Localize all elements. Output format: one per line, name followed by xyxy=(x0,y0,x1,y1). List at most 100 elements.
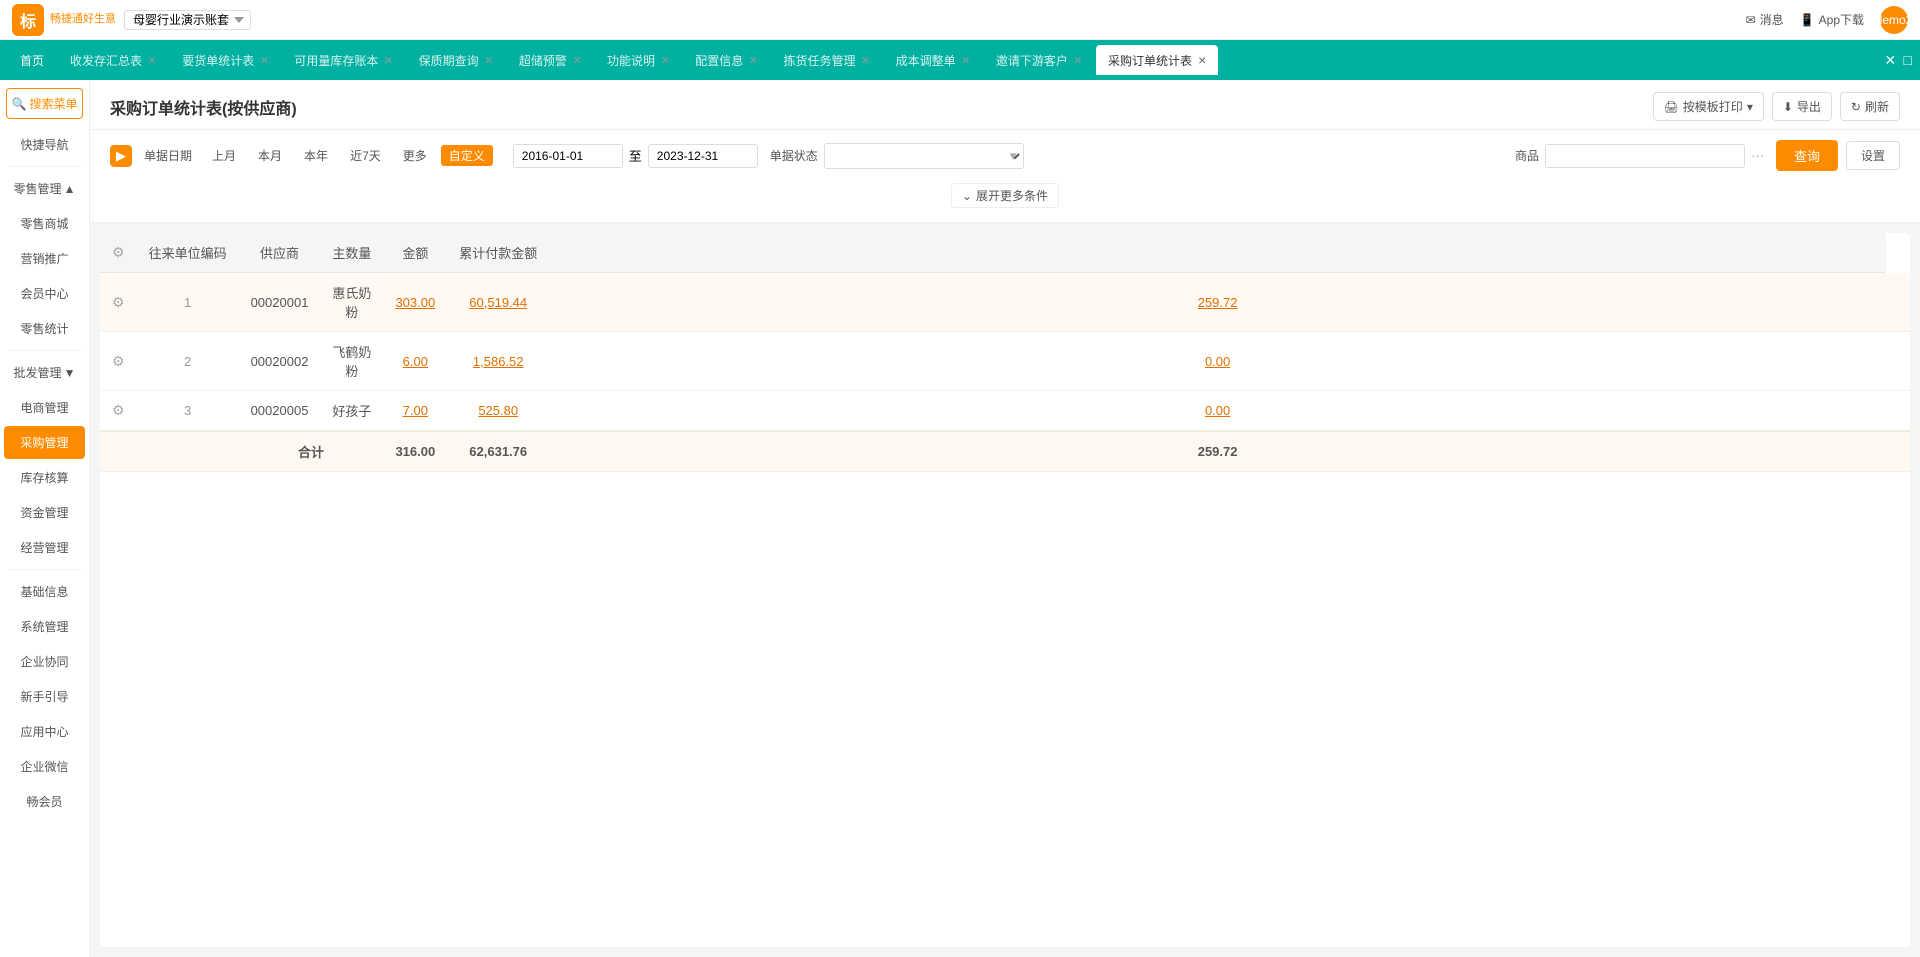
row-gear-2[interactable]: ⚙ xyxy=(100,391,137,432)
date-btn-last-month[interactable]: 上月 xyxy=(204,145,244,166)
tab-close-9[interactable]: × xyxy=(1074,53,1082,67)
sidebar-search-btn[interactable]: 🔍 搜索菜单 xyxy=(6,88,83,119)
tab-gongNengShuoMing[interactable]: 功能说明 × xyxy=(595,45,681,75)
row-amount-1[interactable]: 1,586.52 xyxy=(447,332,549,391)
row-amount-2[interactable]: 525.80 xyxy=(447,391,549,432)
tab-yaoQingXiayou[interactable]: 邀请下游客户 × xyxy=(984,45,1094,75)
tab-home[interactable]: 首页 xyxy=(8,45,56,75)
sidebar-item-lingShaoShangCheng[interactable]: 零售商城 xyxy=(4,207,85,240)
date-from-input[interactable] xyxy=(513,144,623,168)
export-button[interactable]: ⬇ 导出 xyxy=(1772,92,1832,121)
sidebar-item-ziJinGuanLi[interactable]: 资金管理 xyxy=(4,496,85,529)
app-download-btn[interactable]: 📱 App下载 xyxy=(1800,11,1864,28)
row-gear-icon-1[interactable]: ⚙ xyxy=(112,353,125,369)
date-btn-this-year[interactable]: 本年 xyxy=(296,145,336,166)
settings-button[interactable]: 设置 xyxy=(1846,141,1900,170)
sidebar-item-jingYingGuanLi[interactable]: 经营管理 xyxy=(4,531,85,564)
date-separator: 至 xyxy=(629,146,642,165)
row-paid-1[interactable]: 0.00 xyxy=(549,332,1886,391)
tab-chaoChuYuJing[interactable]: 超储预警 × xyxy=(507,45,593,75)
sidebar-item-qiYeWeiXin[interactable]: 企业微信 xyxy=(4,750,85,783)
row-paid-0[interactable]: 259.72 xyxy=(549,273,1886,332)
tab-close-0[interactable]: × xyxy=(148,53,156,67)
home-label: 首页 xyxy=(20,52,44,69)
template-print-button[interactable]: 🖨 按模板打印 ▾ xyxy=(1653,92,1764,121)
query-button[interactable]: 查询 xyxy=(1776,140,1838,171)
logo-area: 标 畅捷通好生意 xyxy=(12,4,116,36)
col-gear: ⚙ xyxy=(100,233,137,273)
tab-peiZhiXinXi[interactable]: 配置信息 × xyxy=(683,45,769,75)
tab-close-6[interactable]: × xyxy=(749,53,757,67)
date-filter-label: 单据日期 xyxy=(144,147,192,164)
tab-close-4[interactable]: × xyxy=(573,53,581,67)
sidebar-item-xinShouYinDao[interactable]: 新手引导 xyxy=(4,680,85,713)
date-btn-this-month[interactable]: 本月 xyxy=(250,145,290,166)
tab-close-1[interactable]: × xyxy=(260,53,268,67)
col-qty: 主数量 xyxy=(320,233,383,273)
status-select[interactable] xyxy=(824,143,1024,169)
row-gear-icon-2[interactable]: ⚙ xyxy=(112,402,125,418)
row-paid-2[interactable]: 0.00 xyxy=(549,391,1886,432)
tab-tuoHuoRenWu[interactable]: 拣货任务管理 × xyxy=(771,45,881,75)
tab-cgDdTj[interactable]: 采购订单统计表 × xyxy=(1096,45,1218,75)
tab-close-5[interactable]: × xyxy=(661,53,669,67)
row-qty-2[interactable]: 7.00 xyxy=(383,391,447,432)
table-gear-icon[interactable]: ⚙ xyxy=(112,244,125,260)
date-custom-badge[interactable]: 自定义 xyxy=(441,145,493,166)
table-footer-row: 合计 316.00 62,631.76 259.72 xyxy=(100,431,1910,472)
sidebar-item-piiFaGuanLi[interactable]: 批发管理 ▼ xyxy=(4,356,85,389)
sidebar-item-qiYeXieTong[interactable]: 企业协同 xyxy=(4,645,85,678)
col-supplier: 供应商 xyxy=(239,233,321,273)
sidebar-item-kuCunHeSuan[interactable]: 库存核算 xyxy=(4,461,85,494)
sidebar-item-dianShangGuanLi[interactable]: 电商管理 xyxy=(4,391,85,424)
sidebar-item-lingShaoGuanLi[interactable]: 零售管理 ▲ xyxy=(4,172,85,205)
expand-conditions-btn[interactable]: ⌄ 展开更多条件 xyxy=(951,183,1059,208)
refresh-button[interactable]: ↻ 刷新 xyxy=(1840,92,1900,121)
row-qty-0[interactable]: 303.00 xyxy=(383,273,447,332)
sidebar-item-jiChuXinXi[interactable]: 基础信息 xyxy=(4,575,85,608)
date-btn-7days[interactable]: 近7天 xyxy=(342,145,389,166)
tab-close-8[interactable]: × xyxy=(962,53,970,67)
user-avatar-btn[interactable]: demo2 xyxy=(1880,6,1908,34)
date-to-input[interactable] xyxy=(648,144,758,168)
sidebar-item-lingShaoTongJi[interactable]: 零售统计 xyxy=(4,312,85,345)
sidebar-item-caiGouGuanLi[interactable]: 采购管理 xyxy=(4,426,85,459)
row-gear-0[interactable]: ⚙ xyxy=(100,273,137,332)
tab-keYongLiangKcZb[interactable]: 可用量库存账本 × xyxy=(282,45,404,75)
row-gear-1[interactable]: ⚙ xyxy=(100,332,137,391)
row-amount-0[interactable]: 60,519.44 xyxy=(447,273,549,332)
message-icon-btn[interactable]: ✉ 消息 xyxy=(1746,11,1784,28)
table-area: ⚙ 往来单位编码 供应商 主数量 金额 累计付款金额 ⚙ 1 xyxy=(100,233,1910,947)
tab-close-10[interactable]: × xyxy=(1198,53,1206,67)
nav-end-icons: × □ xyxy=(1885,50,1912,71)
sidebar-item-huiYuanZhongXin[interactable]: 会员中心 xyxy=(4,277,85,310)
row-code-1: 00020002 xyxy=(239,332,321,391)
product-more-icon[interactable]: ··· xyxy=(1751,148,1764,163)
tab-yaoHuoDanTj[interactable]: 要货单统计表 × xyxy=(170,45,280,75)
filter-toggle-btn[interactable]: ▶ xyxy=(110,145,132,167)
breadcrumb-select[interactable]: 母婴行业演示账套 xyxy=(124,10,251,30)
search-icon: 🔍 xyxy=(12,97,27,111)
sidebar-item-changHuiYuan[interactable]: 畅会员 xyxy=(4,785,85,818)
tab-close-7[interactable]: × xyxy=(861,53,869,67)
sidebar-search-area: 🔍 搜索菜单 xyxy=(0,80,89,127)
product-input[interactable] xyxy=(1545,144,1745,168)
row-gear-icon-0[interactable]: ⚙ xyxy=(112,294,125,310)
table-row: ⚙ 3 00020005 好孩子 7.00 525.80 0.00 xyxy=(100,391,1910,432)
window-close-btn[interactable]: × xyxy=(1885,50,1896,71)
avatar: demo2 xyxy=(1880,6,1908,34)
tab-close-3[interactable]: × xyxy=(485,53,493,67)
tab-baoZhiQiCx[interactable]: 保质期查询 × xyxy=(407,45,505,75)
tab-close-2[interactable]: × xyxy=(384,53,392,67)
window-max-btn[interactable]: □ xyxy=(1904,52,1912,68)
row-qty-1[interactable]: 6.00 xyxy=(383,332,447,391)
sidebar-item-xiTongGuanLi[interactable]: 系统管理 xyxy=(4,610,85,643)
date-btn-more[interactable]: 更多 xyxy=(395,145,435,166)
logo-text: 畅捷通好生意 xyxy=(50,12,116,26)
sidebar-item-quicknav[interactable]: 快捷导航 xyxy=(4,128,85,161)
tab-chengBenTz[interactable]: 成本调整单 × xyxy=(884,45,982,75)
sidebar-item-yingXiaoTuiGuang[interactable]: 营销推广 xyxy=(4,242,85,275)
tab-shoufaHuiZong[interactable]: 收发存汇总表 × xyxy=(58,45,168,75)
content-area: 采购订单统计表(按供应商) 🖨 按模板打印 ▾ ⬇ 导出 ↻ 刷新 xyxy=(90,80,1920,957)
sidebar-item-yingYongZhongXin[interactable]: 应用中心 xyxy=(4,715,85,748)
